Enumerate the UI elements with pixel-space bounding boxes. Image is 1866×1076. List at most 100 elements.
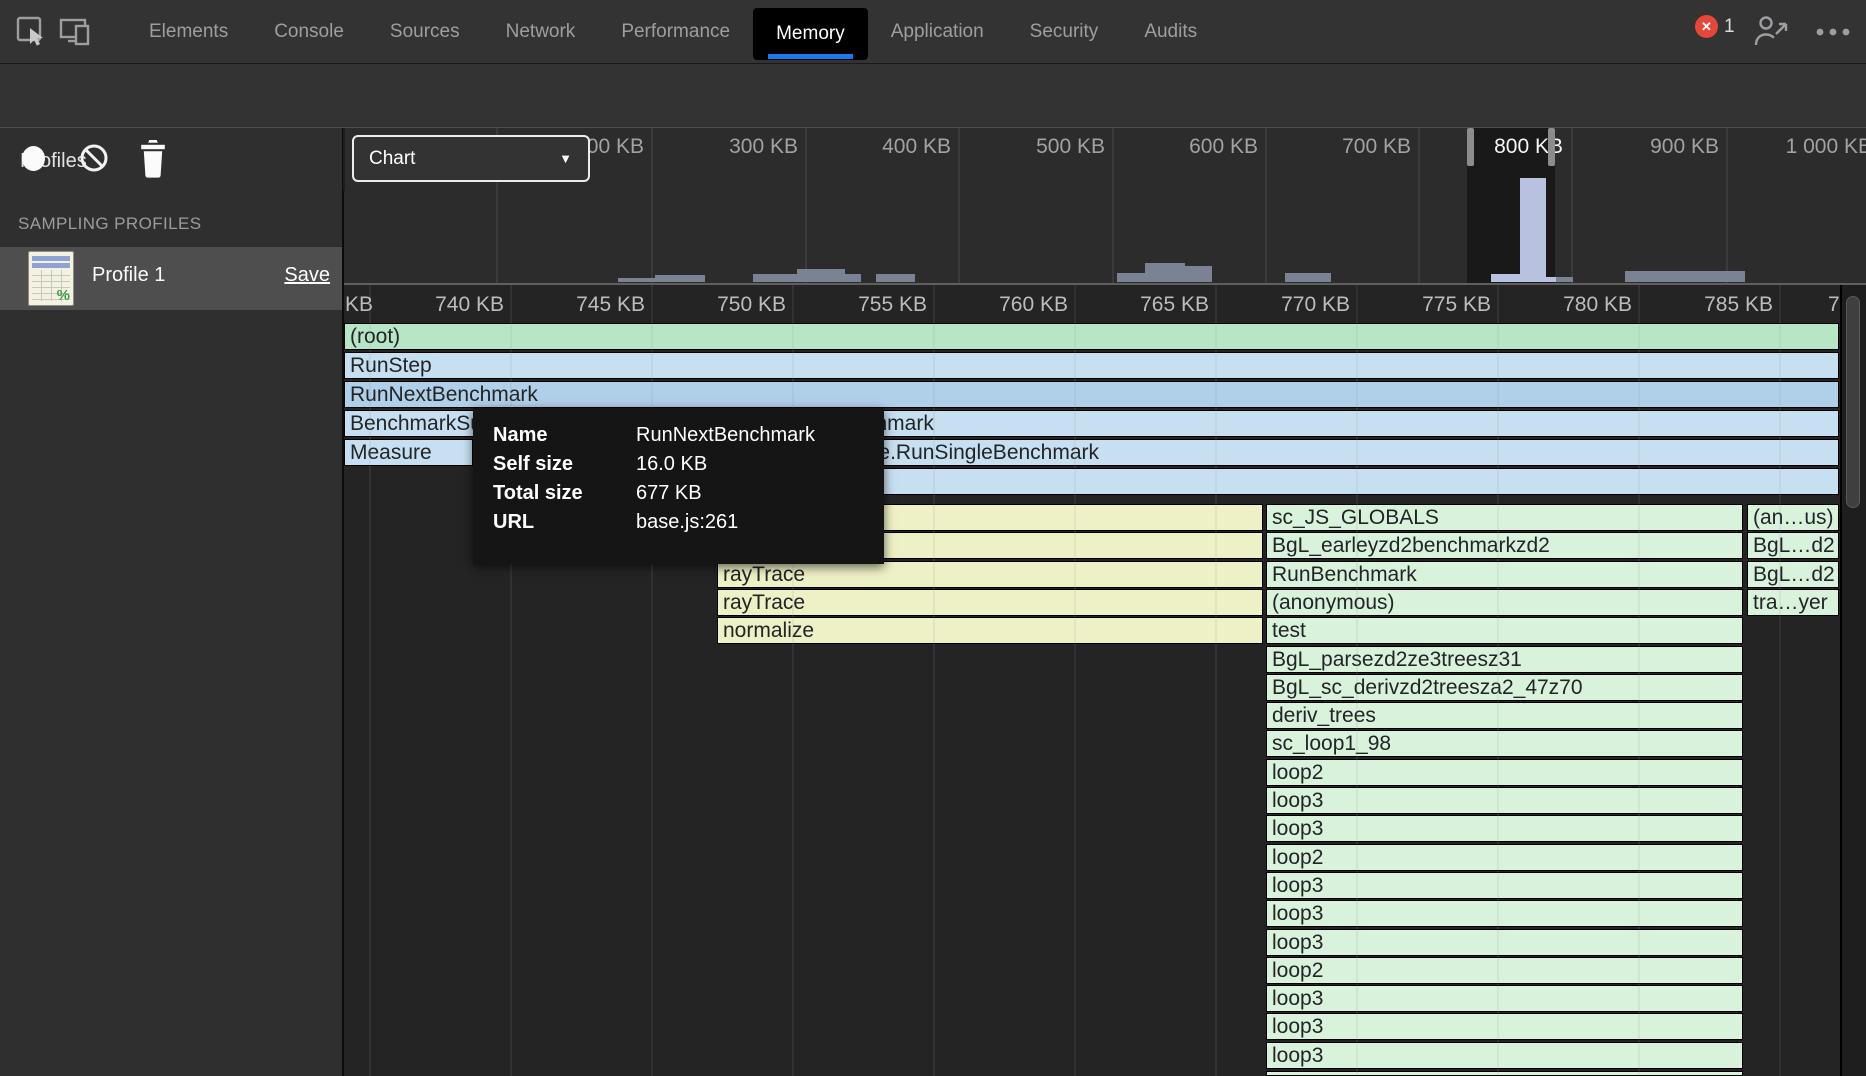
tooltip-field-value: 677 KB	[636, 479, 702, 508]
flame-gridline	[1356, 285, 1358, 1076]
toolbar-divider	[343, 128, 345, 191]
record-icon[interactable]	[22, 146, 45, 171]
flame-bar[interactable]: sc_loop1_98	[1266, 730, 1743, 757]
flame-bar[interactable]: RunBenchmark	[1266, 561, 1743, 588]
flame-bar[interactable]: rayTrace	[717, 561, 1263, 588]
overview-selection-label: 800 KB	[1313, 134, 1563, 160]
tab-performance[interactable]: Performance	[598, 0, 753, 63]
flame-bar[interactable]: tra…yer	[1747, 589, 1839, 616]
flame-bar[interactable]: loop2	[1266, 957, 1743, 984]
flame-bar[interactable]: BgL_earleyzd2benchmarkzd2	[1266, 532, 1743, 559]
error-x: ✕	[1701, 19, 1712, 35]
flame-bar[interactable]: RunNextBenchmark	[344, 381, 1839, 408]
flame-bar[interactable]: rayTrace	[717, 589, 1263, 616]
flame-bar[interactable]: BgL…d2	[1747, 561, 1839, 588]
tooltip-field-label: URL	[493, 508, 534, 537]
flame-gridline	[933, 285, 935, 1076]
content-top-divider	[0, 127, 1866, 128]
flame-bar[interactable]: (an…us)	[1747, 504, 1839, 531]
tab-audits[interactable]: Audits	[1121, 0, 1220, 63]
flame-bar[interactable]: loop3	[1266, 900, 1743, 927]
memory-histogram-bar	[797, 269, 845, 282]
tab-security[interactable]: Security	[1007, 0, 1122, 63]
error-count: 1	[1724, 16, 1735, 38]
tab-console[interactable]: Console	[251, 0, 367, 63]
flame-gridline	[651, 285, 653, 1076]
flame-bar[interactable]: loop3	[1266, 815, 1743, 842]
ruler-tick-label: 7	[1828, 292, 1840, 318]
flame-bar[interactable]: BgL_sc_derivzd2treesza2_47z70	[1266, 674, 1743, 701]
flame-bar[interactable]: test	[1266, 617, 1743, 644]
selection-handle-left[interactable]	[1467, 128, 1474, 166]
flame-gridline	[1779, 285, 1781, 1076]
ruler-tick-label: 785 KB	[1523, 292, 1773, 318]
trash-icon[interactable]	[138, 140, 168, 183]
flame-bar[interactable]: (root)	[344, 323, 1839, 350]
flame-bar[interactable]: loop3	[1266, 985, 1743, 1012]
profiles-sidebar: Profiles SAMPLING PROFILES % Profile 1 S…	[0, 128, 342, 1076]
tooltip-field-label: Total size	[493, 479, 583, 508]
flame-bar[interactable]: normalize	[717, 617, 1263, 644]
device-toolbar-icon[interactable]	[58, 14, 94, 50]
inspect-icon[interactable]	[14, 14, 50, 50]
memory-histogram-bar	[1145, 263, 1185, 282]
flame-bar[interactable]: sc_JS_GLOBALS	[1266, 504, 1743, 531]
flame-scrollbar-thumb[interactable]	[1846, 296, 1860, 508]
memory-histogram-bar	[618, 278, 655, 282]
tooltip-row: Self size 16.0 KB	[473, 450, 884, 479]
flame-tooltip: NameRunNextBenchmarkSelf size 16.0 KB Tota…	[473, 408, 884, 564]
spreadsheet-percent-icon: %	[28, 251, 74, 306]
view-mode-select[interactable]: Chart ▼	[352, 135, 590, 182]
flame-bar[interactable]: BenchmarkSuite.RunSingleBenchmark	[344, 410, 474, 437]
flame-bar[interactable]: loop2	[1266, 844, 1743, 871]
memory-histogram-bar	[876, 274, 915, 282]
flame-gridline	[1074, 285, 1076, 1076]
tab-application[interactable]: Application	[868, 0, 1007, 63]
view-mode-value: Chart	[369, 148, 415, 170]
user-arrow-icon[interactable]	[1752, 12, 1788, 48]
flame-bar[interactable]: (anonymous)	[1266, 589, 1743, 616]
flame-bar[interactable]	[1266, 1071, 1743, 1076]
tooltip-field-value: base.js:261	[636, 508, 738, 537]
tab-strip: ElementsConsoleSourcesNetworkPerformance…	[126, 0, 1220, 63]
tooltip-field-value: RunNextBenchmark	[636, 421, 815, 450]
flame-bar[interactable]: RunStep	[344, 352, 1839, 379]
tab-elements[interactable]: Elements	[126, 0, 251, 63]
overview-bottom-divider	[344, 283, 1866, 285]
block-icon[interactable]	[78, 142, 110, 179]
selection-handle-right[interactable]	[1548, 128, 1555, 166]
flame-bar[interactable]: loop2	[1266, 759, 1743, 786]
flame-bar[interactable]: loop3	[1266, 787, 1743, 814]
memory-histogram-bar	[1625, 271, 1745, 282]
dropdown-caret-icon: ▼	[559, 151, 572, 166]
more-menu-icon[interactable]	[1810, 12, 1858, 57]
error-badge-icon[interactable]: ✕	[1695, 15, 1718, 38]
memory-toolbar: Chart ▼	[0, 64, 1866, 127]
flame-bar[interactable]: Measure	[344, 439, 473, 466]
tab-memory[interactable]: Memory	[753, 8, 868, 60]
memory-histogram-bar	[753, 274, 797, 282]
devtools-tab-bar: ElementsConsoleSourcesNetworkPerformance…	[0, 0, 1866, 64]
profile-list-item[interactable]: % Profile 1 Save	[0, 247, 342, 310]
flame-gridline	[1215, 285, 1217, 1076]
flame-bar[interactable]: loop3	[1266, 872, 1743, 899]
memory-histogram-bar	[1285, 273, 1331, 282]
memory-histogram-bar	[1546, 277, 1556, 282]
tooltip-field-value: 16.0 KB	[636, 450, 707, 479]
flame-bar[interactable]: loop3	[1266, 929, 1743, 956]
overview-tick-label: 1 000 KB	[1622, 134, 1866, 160]
tooltip-field-label: Self size	[493, 450, 573, 479]
tab-network[interactable]: Network	[483, 0, 599, 63]
tooltip-row: NameRunNextBenchmark	[473, 421, 884, 450]
memory-histogram-bar	[845, 274, 861, 282]
flame-bar[interactable]: BgL…d2	[1747, 532, 1839, 559]
flame-bar[interactable]: BgL_parsezd2ze3treesz31	[1266, 646, 1743, 673]
memory-histogram-bar	[1185, 266, 1212, 282]
flame-bar[interactable]: deriv_trees	[1266, 702, 1743, 729]
tab-sources[interactable]: Sources	[367, 0, 483, 63]
save-link[interactable]: Save	[284, 264, 330, 287]
sidebar-divider	[342, 128, 344, 1076]
flame-bar[interactable]: BenchmarkSuite.RunSingleBenchmark	[730, 439, 1839, 466]
flame-bar[interactable]: loop3	[1266, 1013, 1743, 1040]
flame-bar[interactable]: loop3	[1266, 1042, 1743, 1069]
